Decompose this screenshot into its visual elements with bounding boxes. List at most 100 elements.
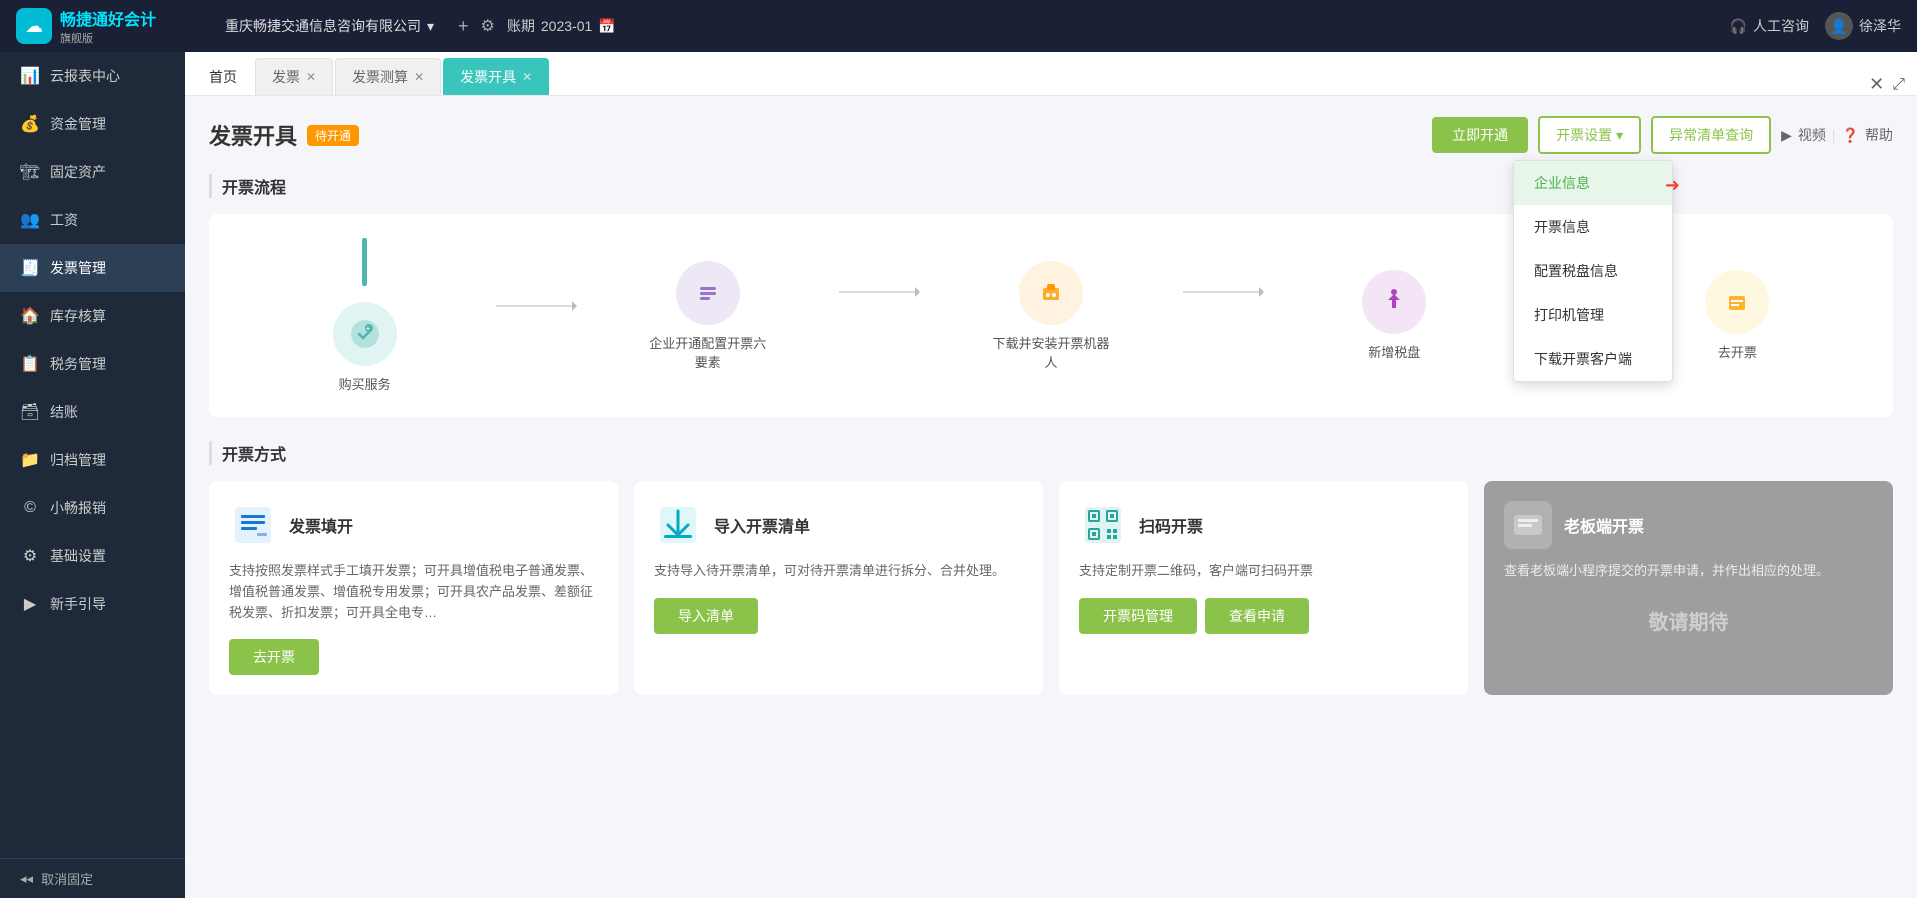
method-card-fill: 发票填开 支持按照发票样式手工填开发票；可开具增值税电子普通发票、增值税普通发票…	[209, 481, 618, 695]
method-card-fill-desc: 支持按照发票样式手工填开发票；可开具增值税电子普通发票、增值税普通发票、增值税专…	[229, 561, 598, 623]
logo-sub: 旗舰版	[60, 30, 156, 46]
calendar-icon[interactable]: 📅	[598, 18, 615, 35]
sidebar-item-gongzi[interactable]: 👥 工资	[0, 196, 185, 244]
sidebar-item-jiezhang[interactable]: 🗃 结账	[0, 388, 185, 436]
company-selector[interactable]: 重庆畅捷交通信息咨询有限公司 ▾	[213, 10, 446, 42]
method-card-scan-desc: 支持定制开票二维码，客户端可扫码开票	[1079, 561, 1448, 582]
flow-step-label-4: 新增税盘	[1368, 342, 1420, 361]
flow-step-label-5: 去开票	[1718, 342, 1757, 361]
sidebar-label-kucun: 库存核算	[50, 306, 106, 326]
sidebar-label-xiaochang: 小畅报销	[50, 498, 106, 518]
method-card-import: 导入开票清单 支持导入待开票清单，可对待开票清单进行拆分、合并处理。 导入清单	[634, 481, 1043, 695]
sidebar-label-jiezhang: 结账	[50, 402, 78, 422]
flow-connector-2	[839, 291, 919, 293]
tab-invoice-calc-label: 发票测算	[352, 67, 408, 87]
period-value: 2023-01	[541, 18, 592, 34]
tab-invoice-open[interactable]: 发票开具 ✕	[443, 58, 549, 95]
flow-step-icon-1: +	[333, 302, 397, 366]
tab-invoice-open-close[interactable]: ✕	[522, 70, 532, 84]
tab-invoice-calc-close[interactable]: ✕	[414, 70, 424, 84]
method-card-import-title: 导入开票清单	[714, 513, 810, 537]
copyright-icon: ©	[20, 498, 40, 518]
sidebar-label-fapiao: 发票管理	[50, 258, 106, 278]
flow-step-3: 下载并安装开票机器人	[919, 261, 1182, 371]
sidebar-item-guidang[interactable]: 📁 归档管理	[0, 436, 185, 484]
tab-home[interactable]: 首页	[193, 59, 253, 95]
activate-button[interactable]: 立即开通	[1432, 117, 1528, 153]
chart-icon: 📊	[20, 66, 40, 86]
dropdown-item-kaipiao[interactable]: 开票信息	[1514, 205, 1672, 249]
tab-invoice[interactable]: 发票 ✕	[255, 58, 333, 95]
sidebar-item-fapiao[interactable]: 🧾 发票管理	[0, 244, 185, 292]
help-button[interactable]: ▶ 视频 | ❓ 帮助	[1781, 125, 1893, 145]
method-card-scan-title: 扫码开票	[1139, 513, 1203, 537]
boss-icon	[1504, 501, 1552, 549]
tab-invoice-open-label: 发票开具	[460, 67, 516, 87]
tab-bar-close-icon[interactable]: ✕	[1869, 74, 1884, 95]
flow-step-label-3: 下载并安装开票机器人	[991, 333, 1111, 371]
username-label: 徐泽华	[1859, 16, 1901, 36]
user-profile[interactable]: 👤 徐泽华	[1825, 12, 1901, 40]
sidebar-item-kucun[interactable]: 🏠 库存核算	[0, 292, 185, 340]
dropdown-item-xiazai[interactable]: 下载开票客户端	[1514, 337, 1672, 381]
headset-icon: 🎧	[1730, 18, 1747, 35]
sidebar-unpin-button[interactable]: ◂◂ 取消固定	[0, 858, 185, 898]
consulting-button[interactable]: 🎧 人工咨询	[1730, 16, 1809, 36]
header-actions: 立即开通 开票设置 ▾ 异常清单查询 ▶ 视频 | ❓ 帮助	[1432, 116, 1893, 154]
fill-icon	[229, 501, 277, 549]
page-header: 发票开具 待开通 立即开通 开票设置 ▾ 异常清单查询 ▶ 视频	[209, 116, 1893, 154]
gear-icon[interactable]: ⚙	[481, 16, 495, 36]
chevron-down-icon: ▾	[427, 18, 434, 35]
logo-info: 畅捷通好会计 旗舰版	[60, 6, 156, 46]
settings-dropdown: 企业信息 ➜ 开票信息 配置税盘信息 打印机管理	[1513, 160, 1673, 382]
method-card-boss-desc: 查看老板端小程序提交的开票申请，并作出相应的处理。	[1504, 561, 1873, 582]
method-cards: 发票填开 支持按照发票样式手工填开发票；可开具增值税电子普通发票、增值税普通发票…	[209, 481, 1893, 695]
sidebar-label-shuiwu: 税务管理	[50, 354, 106, 374]
sidebar-item-xiaochang[interactable]: © 小畅报销	[0, 484, 185, 532]
dropdown-item-qiye[interactable]: 企业信息 ➜	[1514, 161, 1672, 205]
overlay-text: 敬请期待	[1649, 606, 1729, 635]
flow-step-icon-2	[676, 261, 740, 325]
pin-icon: ◂◂	[20, 871, 33, 887]
flow-step-icon-4	[1362, 270, 1426, 334]
import-invoice-button[interactable]: 导入清单	[654, 598, 758, 634]
sidebar-item-xinshou[interactable]: ▶ 新手引导	[0, 580, 185, 628]
user-avatar-icon: 👤	[1825, 12, 1853, 40]
settings-icon: ⚙	[20, 546, 40, 566]
logo-icon: ☁	[16, 8, 52, 44]
dropdown-item-peizhi[interactable]: 配置税盘信息	[1514, 249, 1672, 293]
main-layout: 📊 云报表中心 💰 资金管理 🏗 固定资产 👥 工资 🧾 发票管理 🏠	[0, 52, 1917, 898]
logo-area: ☁ 畅捷通好会计 旗舰版	[16, 6, 201, 46]
method-card-import-desc: 支持导入待开票清单，可对待开票清单进行拆分、合并处理。	[654, 561, 1023, 582]
logo-text: 畅捷通好会计	[60, 6, 156, 30]
tab-invoice-close[interactable]: ✕	[306, 70, 316, 84]
method-card-fill-title: 发票填开	[289, 513, 353, 537]
flow-step-1: + 购买服务	[233, 238, 496, 393]
top-bar-actions: 🎧 人工咨询 👤 徐泽华	[1730, 12, 1901, 40]
sidebar-item-zijin[interactable]: 💰 资金管理	[0, 100, 185, 148]
tab-invoice-calc[interactable]: 发票测算 ✕	[335, 58, 441, 95]
sidebar-label-guidang: 归档管理	[50, 450, 106, 470]
flow-step-icon-5	[1705, 270, 1769, 334]
sidebar-label-gudingzichan: 固定资产	[50, 162, 106, 182]
qrcode-manage-button[interactable]: 开票码管理	[1079, 598, 1197, 634]
archive-icon: 🗃	[20, 402, 40, 422]
add-company-icon[interactable]: +	[458, 16, 469, 37]
svg-text:+: +	[365, 324, 370, 333]
method-card-fill-header: 发票填开	[229, 501, 598, 549]
sidebar-item-yunbao[interactable]: 📊 云报表中心	[0, 52, 185, 100]
tab-bar-expand-icon[interactable]: ⤢	[1892, 76, 1905, 94]
dropdown-item-dayinji[interactable]: 打印机管理	[1514, 293, 1672, 337]
sidebar-bottom-label: 取消固定	[41, 869, 93, 888]
flow-step-label-1: 购买服务	[339, 374, 391, 393]
view-apply-button[interactable]: 查看申请	[1205, 598, 1309, 634]
fill-invoice-button[interactable]: 去开票	[229, 639, 319, 675]
exception-button[interactable]: 异常清单查询	[1651, 116, 1771, 154]
sidebar-item-shuiwu[interactable]: 📋 税务管理	[0, 340, 185, 388]
settings-button[interactable]: 开票设置 ▾	[1538, 116, 1641, 154]
sidebar-item-jichushezhi[interactable]: ⚙ 基础设置	[0, 532, 185, 580]
sidebar: 📊 云报表中心 💰 资金管理 🏗 固定资产 👥 工资 🧾 发票管理 🏠	[0, 52, 185, 898]
sidebar-item-gudingzichan[interactable]: 🏗 固定资产	[0, 148, 185, 196]
red-arrow-icon: ➜	[1665, 175, 1680, 196]
method-card-boss-title: 老板端开票	[1564, 513, 1644, 537]
